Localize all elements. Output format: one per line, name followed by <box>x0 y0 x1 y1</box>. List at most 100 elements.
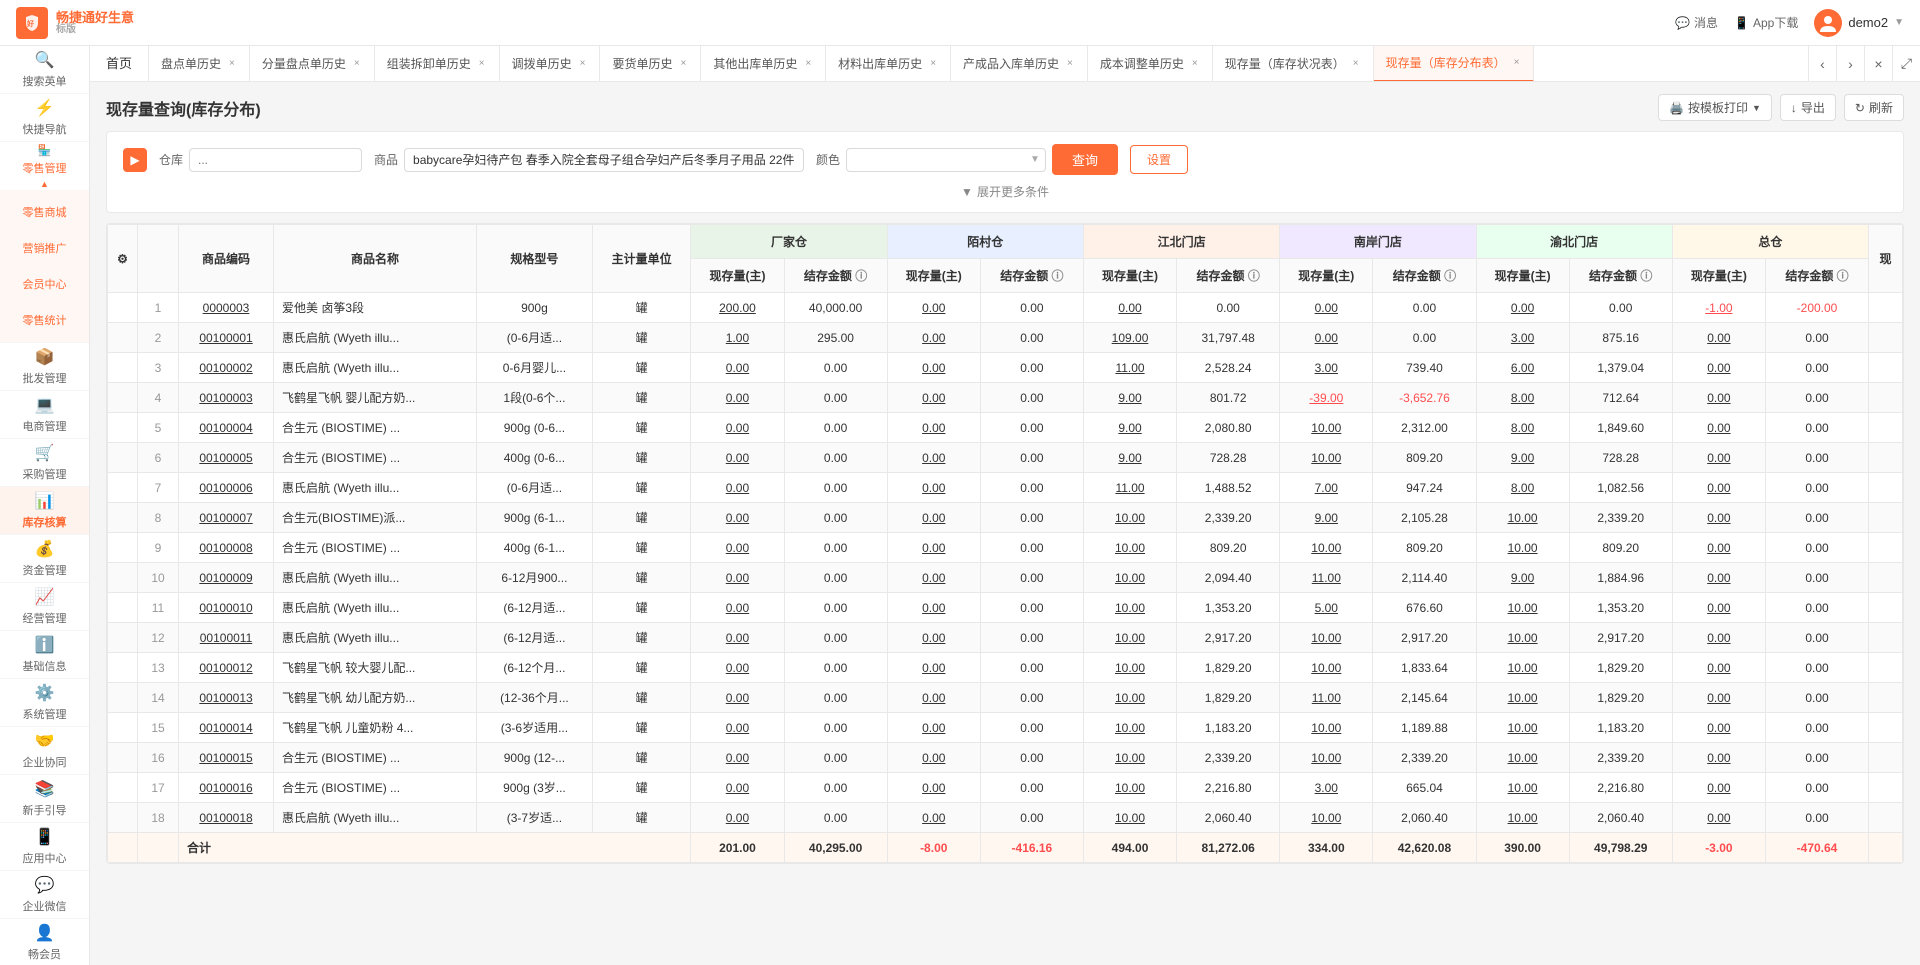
td-ck3-qty[interactable]: 109.00 <box>1083 323 1176 353</box>
th-gear[interactable]: ⚙ <box>108 225 138 293</box>
td-ck3-qty[interactable]: 10.00 <box>1083 743 1176 773</box>
td-ck4-qty[interactable]: 11.00 <box>1280 563 1373 593</box>
tab-stock-dist-close[interactable]: × <box>1512 55 1522 70</box>
td-ck2-qty[interactable]: 0.00 <box>887 413 980 443</box>
tab-transfer[interactable]: 调拨单历史 × <box>500 46 601 82</box>
td-ck3-qty[interactable]: 10.00 <box>1083 803 1176 833</box>
td-ck3-qty[interactable]: 11.00 <box>1083 353 1176 383</box>
td-ck1-qty[interactable]: 0.00 <box>691 503 784 533</box>
tab-material-out[interactable]: 材料出库单历史 × <box>826 46 951 82</box>
td-ck2-qty[interactable]: 0.00 <box>887 473 980 503</box>
query-button[interactable]: 查询 <box>1052 144 1118 175</box>
td-ck1-qty[interactable]: 0.00 <box>691 683 784 713</box>
td-ck5-qty[interactable]: 3.00 <box>1476 323 1569 353</box>
td-code[interactable]: 00100010 <box>178 593 273 623</box>
td-gear[interactable] <box>108 503 138 533</box>
td-code[interactable]: 00100012 <box>178 653 273 683</box>
expand-row[interactable]: ▼ 展开更多条件 <box>123 183 1887 200</box>
td-code[interactable]: 00100007 <box>178 503 273 533</box>
sidebar-item-purchase[interactable]: 🛒 采购管理 <box>0 439 89 487</box>
td-ck3-qty[interactable]: 10.00 <box>1083 533 1176 563</box>
td-total-qty[interactable]: 0.00 <box>1672 533 1765 563</box>
td-code[interactable]: 00100014 <box>178 713 273 743</box>
td-ck1-qty[interactable]: 0.00 <box>691 653 784 683</box>
td-ck2-qty[interactable]: 0.00 <box>887 533 980 563</box>
td-ck3-qty[interactable]: 0.00 <box>1083 293 1176 323</box>
td-ck1-qty[interactable]: 0.00 <box>691 773 784 803</box>
td-gear[interactable] <box>108 563 138 593</box>
sidebar-item-guide[interactable]: 📚 新手引导 <box>0 775 89 823</box>
td-code[interactable]: 00100013 <box>178 683 273 713</box>
td-ck1-qty[interactable]: 200.00 <box>691 293 784 323</box>
td-ck3-qty[interactable]: 10.00 <box>1083 683 1176 713</box>
td-code[interactable]: 0000003 <box>178 293 273 323</box>
td-ck2-qty[interactable]: 0.00 <box>887 803 980 833</box>
tab-stocktake-close[interactable]: × <box>227 56 237 71</box>
td-gear[interactable] <box>108 713 138 743</box>
sidebar-item-wholesale[interactable]: 📦 批发管理 <box>0 343 89 391</box>
td-ck3-qty[interactable]: 10.00 <box>1083 713 1176 743</box>
sidebar-group-retail-header[interactable]: 🏪 零售管理 ▲ <box>0 142 89 190</box>
td-ck4-qty[interactable]: 10.00 <box>1280 743 1373 773</box>
td-ck3-qty[interactable]: 11.00 <box>1083 473 1176 503</box>
tab-combo[interactable]: 组装拆卸单历史 × <box>375 46 500 82</box>
td-ck2-qty[interactable]: 0.00 <box>887 293 980 323</box>
td-ck4-qty[interactable]: 0.00 <box>1280 293 1373 323</box>
td-total-qty[interactable]: 0.00 <box>1672 593 1765 623</box>
td-gear[interactable] <box>108 323 138 353</box>
tab-close-all-btn[interactable]: × <box>1864 46 1892 82</box>
td-ck2-qty[interactable]: 0.00 <box>887 593 980 623</box>
td-ck1-qty[interactable]: 0.00 <box>691 743 784 773</box>
td-total-qty[interactable]: 0.00 <box>1672 653 1765 683</box>
td-ck2-qty[interactable]: 0.00 <box>887 773 980 803</box>
td-ck1-qty[interactable]: 0.00 <box>691 383 784 413</box>
sidebar-item-appcenter[interactable]: 📱 应用中心 <box>0 823 89 871</box>
tab-request[interactable]: 要货单历史 × <box>600 46 701 82</box>
td-code[interactable]: 00100001 <box>178 323 273 353</box>
td-ck5-qty[interactable]: 10.00 <box>1476 773 1569 803</box>
tab-expand-btn[interactable]: ⤢ <box>1892 46 1920 82</box>
td-code[interactable]: 00100015 <box>178 743 273 773</box>
td-total-qty[interactable]: 0.00 <box>1672 773 1765 803</box>
tab-stock-status[interactable]: 现存量（库存状况表） × <box>1213 46 1374 82</box>
td-ck2-qty[interactable]: 0.00 <box>887 563 980 593</box>
td-ck1-qty[interactable]: 1.00 <box>691 323 784 353</box>
tab-stocktake2[interactable]: 分量盘点单历史 × <box>250 46 375 82</box>
tab-home[interactable]: 首页 <box>90 46 149 82</box>
td-gear[interactable] <box>108 743 138 773</box>
print-btn[interactable]: 🖨️ 按模板打印 ▼ <box>1658 94 1772 121</box>
td-ck1-qty[interactable]: 0.00 <box>691 623 784 653</box>
td-gear[interactable] <box>108 473 138 503</box>
tab-next-btn[interactable]: › <box>1836 46 1864 82</box>
sidebar-item-member2[interactable]: 👤 畅会员 <box>0 919 89 965</box>
td-ck2-qty[interactable]: 0.00 <box>887 743 980 773</box>
td-ck4-qty[interactable]: 10.00 <box>1280 443 1373 473</box>
tab-stocktake[interactable]: 盘点单历史 × <box>149 46 250 82</box>
td-code[interactable]: 00100006 <box>178 473 273 503</box>
td-ck5-qty[interactable]: 10.00 <box>1476 713 1569 743</box>
td-total-qty[interactable]: 0.00 <box>1672 683 1765 713</box>
td-gear[interactable] <box>108 683 138 713</box>
sidebar-item-ecommerce[interactable]: 💻 电商管理 <box>0 391 89 439</box>
td-ck1-qty[interactable]: 0.00 <box>691 563 784 593</box>
td-gear[interactable] <box>108 773 138 803</box>
td-ck3-qty[interactable]: 10.00 <box>1083 623 1176 653</box>
tab-cost-adjust-close[interactable]: × <box>1190 56 1200 71</box>
td-ck2-qty[interactable]: 0.00 <box>887 653 980 683</box>
td-ck4-qty[interactable]: 11.00 <box>1280 683 1373 713</box>
td-ck2-qty[interactable]: 0.00 <box>887 713 980 743</box>
tab-transfer-close[interactable]: × <box>578 56 588 71</box>
td-total-qty[interactable]: 0.00 <box>1672 713 1765 743</box>
td-code[interactable]: 00100002 <box>178 353 273 383</box>
tab-stock-dist[interactable]: 现存量（库存分布表） × <box>1374 46 1535 82</box>
td-ck5-qty[interactable]: 10.00 <box>1476 683 1569 713</box>
tab-combo-close[interactable]: × <box>477 56 487 71</box>
td-ck3-qty[interactable]: 9.00 <box>1083 413 1176 443</box>
sidebar-item-search[interactable]: 🔍 搜索英单 <box>0 46 89 94</box>
td-ck4-qty[interactable]: 10.00 <box>1280 533 1373 563</box>
tab-prev-btn[interactable]: ‹ <box>1808 46 1836 82</box>
sidebar-group-retail[interactable]: 🏪 零售管理 ▲ 零售商城 营销推广 会员中心 零售统计 <box>0 142 89 343</box>
td-ck4-qty[interactable]: 10.00 <box>1280 623 1373 653</box>
td-ck1-qty[interactable]: 0.00 <box>691 353 784 383</box>
td-gear[interactable] <box>108 803 138 833</box>
